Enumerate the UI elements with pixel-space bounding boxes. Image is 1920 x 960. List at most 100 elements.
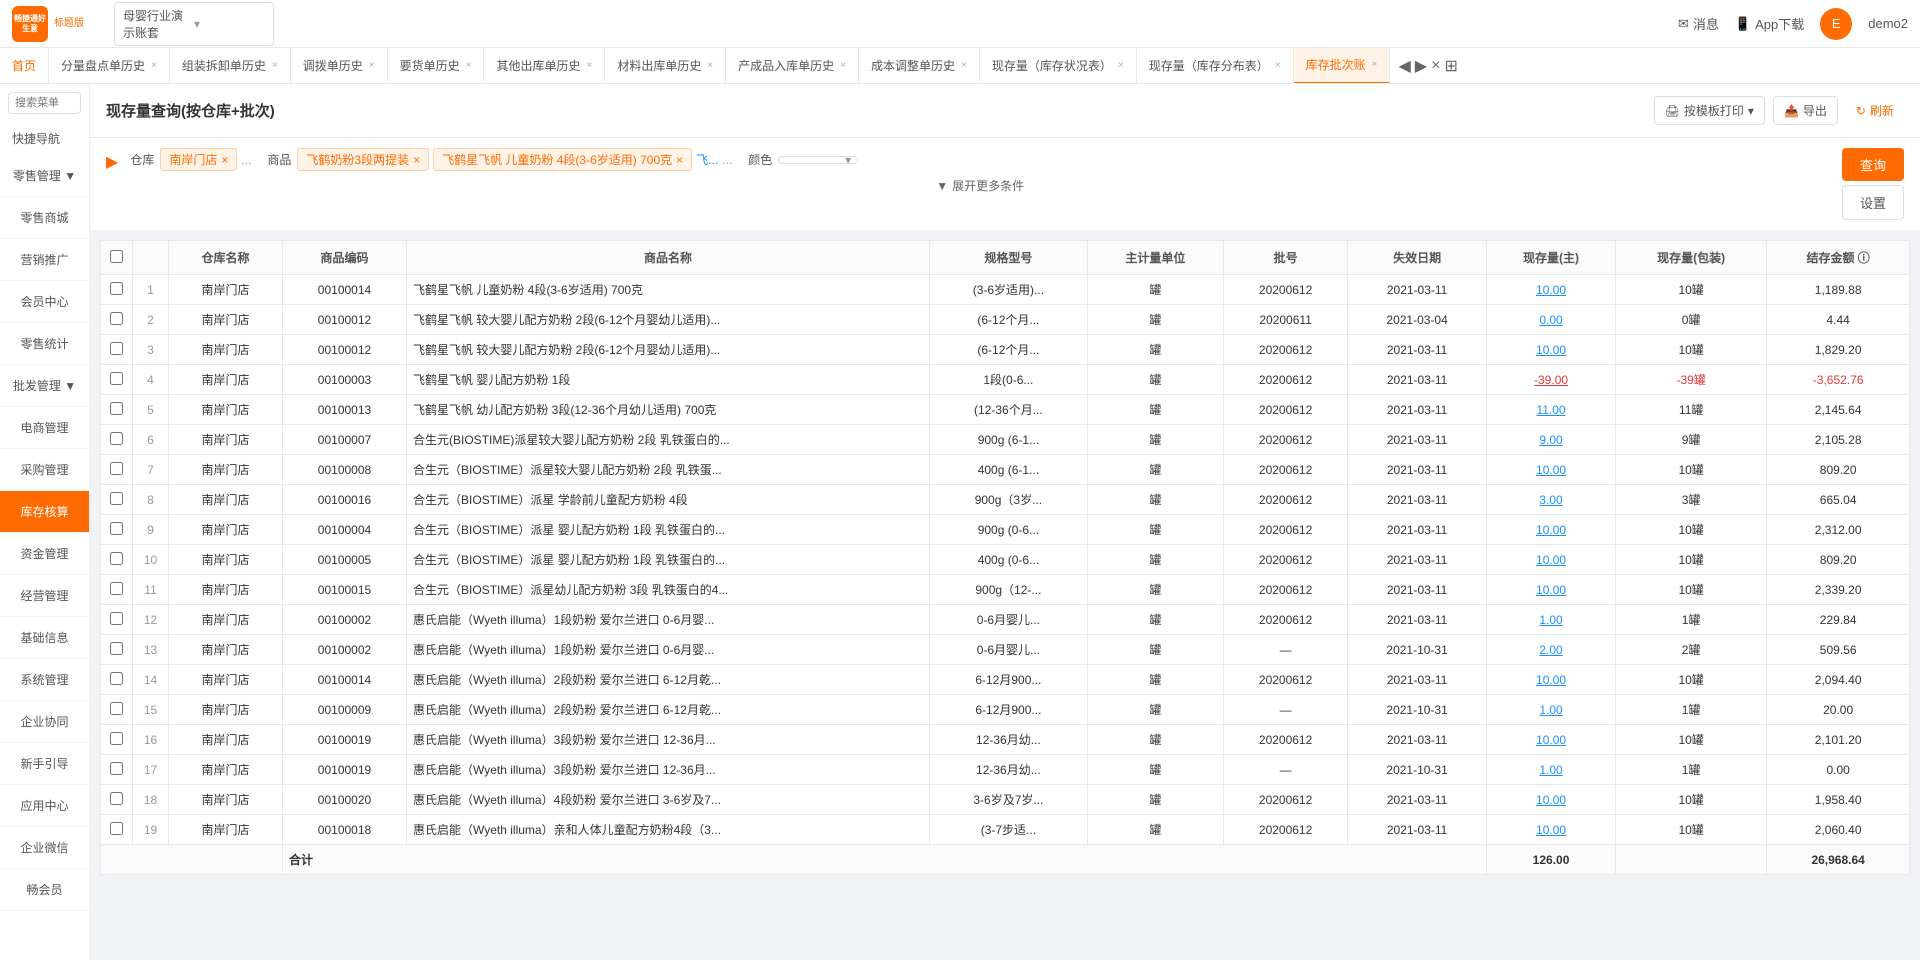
expand-icon[interactable]: ▶ — [106, 154, 118, 171]
sidebar-item-app-center[interactable]: 应用中心 — [0, 785, 89, 827]
row-checkbox[interactable] — [101, 755, 133, 785]
sidebar-item-base[interactable]: 基础信息 — [0, 617, 89, 659]
tab-split-disc[interactable]: 分量盘点单历史 × — [49, 48, 170, 84]
row-checkbox[interactable] — [101, 305, 133, 335]
row-stock-main[interactable]: 10.00 — [1487, 815, 1616, 845]
tab-cost-adjust[interactable]: 成本调整单历史 × — [859, 48, 980, 84]
row-stock-main[interactable]: 1.00 — [1487, 755, 1616, 785]
sidebar-item-wholesale[interactable]: 批发管理 ▼ — [0, 365, 89, 407]
row-stock-main[interactable]: 11.00 — [1487, 395, 1616, 425]
row-stock-main[interactable]: 10.00 — [1487, 575, 1616, 605]
sidebar-item-member2[interactable]: 畅会员 — [0, 869, 89, 911]
row-checkbox[interactable] — [101, 815, 133, 845]
row-stock-main[interactable]: 10.00 — [1487, 785, 1616, 815]
sidebar-item-retail[interactable]: 零售管理 ▼ — [0, 155, 89, 197]
app-download-button[interactable]: 📱 App下载 — [1735, 14, 1804, 33]
sidebar-item-enterprise[interactable]: 企业协同 — [0, 701, 89, 743]
row-stock-main[interactable]: 10.00 — [1487, 545, 1616, 575]
tab-picking-close[interactable]: × — [369, 60, 375, 71]
row-stock-main[interactable]: 0.00 — [1487, 305, 1616, 335]
row-stock-main[interactable]: 10.00 — [1487, 335, 1616, 365]
tab-batch-ledger-close[interactable]: × — [1372, 59, 1378, 70]
tab-requisition[interactable]: 要货单历史 × — [388, 48, 485, 84]
product-tag-1-remove[interactable]: × — [413, 153, 420, 167]
sidebar-item-operations[interactable]: 经营管理 — [0, 575, 89, 617]
row-checkbox[interactable] — [101, 635, 133, 665]
avatar[interactable]: E — [1820, 8, 1852, 40]
tab-material-out[interactable]: 材料出库单历史 × — [605, 48, 726, 84]
tab-material-out-close[interactable]: × — [707, 60, 713, 71]
tab-picking[interactable]: 调拨单历史 × — [291, 48, 388, 84]
row-checkbox[interactable] — [101, 515, 133, 545]
expand-more-button[interactable]: ▼ 展开更多条件 — [936, 177, 1024, 194]
tab-expand-icon[interactable]: ⊞ — [1444, 56, 1457, 76]
warehouse-more-icon[interactable]: ... — [241, 153, 251, 167]
tab-stock-status[interactable]: 现存量（库存状况表） × — [980, 48, 1137, 84]
row-checkbox[interactable] — [101, 785, 133, 815]
tab-stock-status-close[interactable]: × — [1118, 60, 1124, 71]
sidebar-item-finance[interactable]: 资金管理 — [0, 533, 89, 575]
row-stock-main[interactable]: 10.00 — [1487, 665, 1616, 695]
sidebar-item-purchase[interactable]: 采购管理 — [0, 449, 89, 491]
row-stock-main[interactable]: 3.00 — [1487, 485, 1616, 515]
sidebar-item-ecommerce[interactable]: 电商管理 — [0, 407, 89, 449]
row-checkbox[interactable] — [101, 575, 133, 605]
export-button[interactable]: 📤 导出 — [1773, 96, 1838, 125]
tab-cost-adjust-close[interactable]: × — [961, 60, 967, 71]
sidebar-item-quick-nav[interactable]: 快捷导航 — [0, 122, 89, 155]
tab-next-icon[interactable]: ▶ — [1415, 56, 1427, 76]
row-stock-main[interactable]: 1.00 — [1487, 605, 1616, 635]
filter-expand-toggle[interactable]: ▶ — [106, 152, 118, 172]
tab-batch-ledger[interactable]: 库存批次账 × — [1294, 48, 1391, 84]
select-all-checkbox[interactable] — [110, 250, 123, 263]
row-checkbox[interactable] — [101, 695, 133, 725]
sidebar-item-retail-mall[interactable]: 零售商城 — [0, 197, 89, 239]
tab-split-disc-close[interactable]: × — [151, 60, 157, 71]
color-select[interactable]: ▾ — [778, 156, 858, 164]
row-checkbox[interactable] — [101, 545, 133, 575]
row-stock-main[interactable]: 1.00 — [1487, 695, 1616, 725]
search-input[interactable] — [8, 92, 81, 114]
row-checkbox[interactable] — [101, 425, 133, 455]
row-stock-main[interactable]: -39.00 — [1487, 365, 1616, 395]
sidebar-item-inventory[interactable]: 库存核算 — [0, 491, 89, 533]
tab-assemble-close[interactable]: × — [272, 60, 278, 71]
tab-other-out-close[interactable]: × — [586, 60, 592, 71]
row-checkbox[interactable] — [101, 365, 133, 395]
sidebar-item-enterprise-wechat[interactable]: 企业微信 — [0, 827, 89, 869]
row-checkbox[interactable] — [101, 275, 133, 305]
tab-stock-dist[interactable]: 现存量（库存分布表） × — [1137, 48, 1294, 84]
query-button[interactable]: 查询 — [1842, 148, 1904, 181]
username-label[interactable]: demo2 — [1868, 16, 1908, 31]
sidebar-item-system[interactable]: 系统管理 — [0, 659, 89, 701]
row-checkbox[interactable] — [101, 725, 133, 755]
product-more-icon[interactable]: ... — [722, 153, 732, 167]
org-selector[interactable]: 母婴行业演示账套 ▾ — [114, 2, 274, 46]
tab-close-all-icon[interactable]: × — [1431, 57, 1440, 75]
tab-requisition-close[interactable]: × — [466, 60, 472, 71]
tab-prev-icon[interactable]: ◀ — [1398, 56, 1410, 76]
row-checkbox[interactable] — [101, 395, 133, 425]
product-more-label[interactable]: 飞... — [696, 151, 718, 168]
row-checkbox[interactable] — [101, 485, 133, 515]
row-stock-main[interactable]: 10.00 — [1487, 275, 1616, 305]
tab-product-in-close[interactable]: × — [840, 60, 846, 71]
refresh-button[interactable]: ↻ 刷新 — [1846, 97, 1904, 124]
sidebar-item-member[interactable]: 会员中心 — [0, 281, 89, 323]
row-checkbox[interactable] — [101, 665, 133, 695]
sidebar-item-marketing[interactable]: 营销推广 — [0, 239, 89, 281]
sidebar-item-retail-stats[interactable]: 零售统计 — [0, 323, 89, 365]
setting-button[interactable]: 设置 — [1842, 185, 1904, 220]
warehouse-tag-remove[interactable]: × — [221, 153, 228, 167]
tab-assemble[interactable]: 组装拆卸单历史 × — [170, 48, 291, 84]
tab-stock-dist-close[interactable]: × — [1275, 60, 1281, 71]
tab-other-out[interactable]: 其他出库单历史 × — [484, 48, 605, 84]
row-stock-main[interactable]: 10.00 — [1487, 515, 1616, 545]
row-checkbox[interactable] — [101, 335, 133, 365]
product-tag-2-remove[interactable]: × — [676, 153, 683, 167]
tab-product-in[interactable]: 产成品入库单历史 × — [726, 48, 859, 84]
row-stock-main[interactable]: 10.00 — [1487, 455, 1616, 485]
tab-home[interactable]: 首页 — [0, 48, 49, 84]
print-button[interactable]: 🖨 按模板打印 ▾ — [1654, 96, 1765, 125]
row-checkbox[interactable] — [101, 605, 133, 635]
